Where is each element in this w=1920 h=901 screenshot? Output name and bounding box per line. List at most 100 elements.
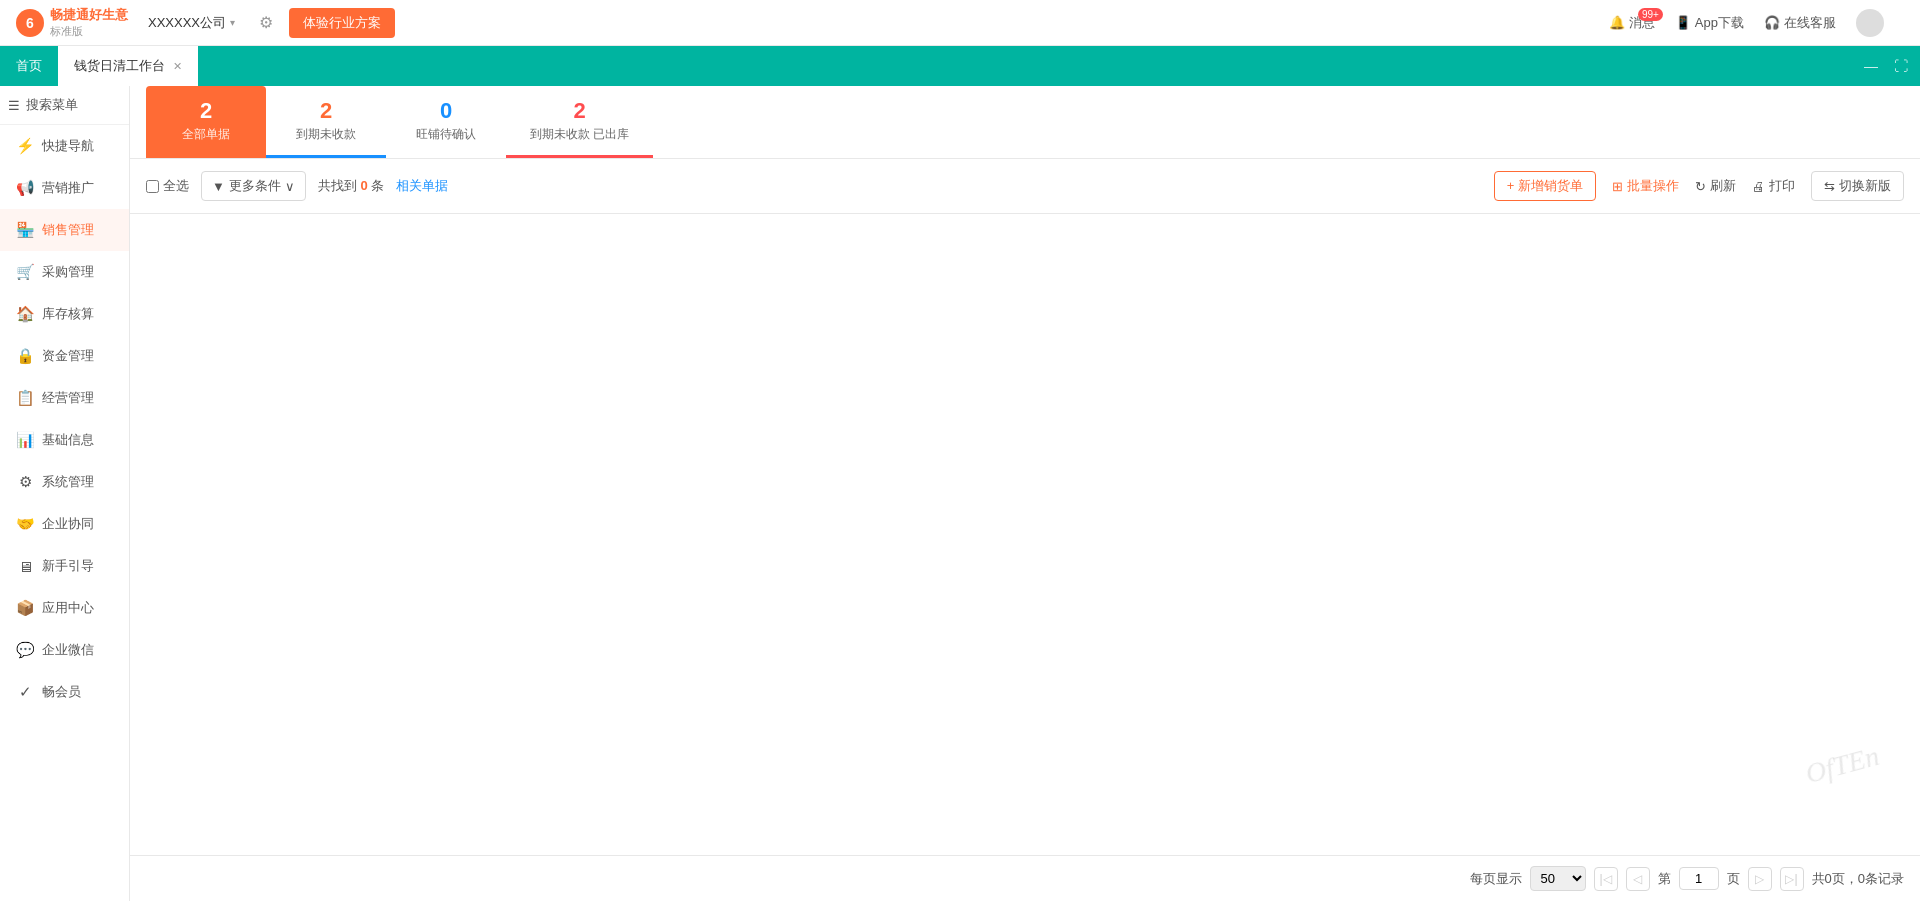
filter-btn[interactable]: ▼ 更多条件 ∨ (201, 171, 306, 201)
minimize-icon[interactable]: — (1860, 54, 1882, 78)
page-prefix: 第 (1658, 870, 1671, 888)
main-content: 2 全部单据 2 到期未收款 0 旺铺待确认 2 到期未收款 已出库 全选 (130, 86, 1920, 901)
sidebar-item-label: 企业微信 (42, 641, 94, 659)
stat-label-shipped: 到期未收款 已出库 (530, 126, 629, 143)
member-icon: ✓ (16, 683, 34, 701)
filter-icon: ▼ (212, 179, 225, 194)
stat-tab-overdue[interactable]: 2 到期未收款 (266, 86, 386, 158)
stat-number-shipped: 2 (574, 98, 586, 124)
sidebar-item-purchase[interactable]: 🛒 采购管理 (0, 251, 129, 293)
settings-icon[interactable]: ⚙ (255, 9, 277, 36)
total-info: 共0页，0条记录 (1812, 870, 1904, 888)
bell-icon: 🔔 (1609, 15, 1625, 30)
toolbar-right: + 新增销货单 ⊞ 批量操作 ↻ 刷新 🖨 打印 ⇆ 切换新版 (1494, 171, 1904, 201)
experience-btn[interactable]: 体验行业方案 (289, 8, 395, 38)
sidebar-item-sales[interactable]: 🏪 销售管理 (0, 209, 129, 251)
workbench-tab-label: 钱货日清工作台 (74, 57, 165, 75)
sidebar-item-label: 经营管理 (42, 389, 94, 407)
tab-workbench[interactable]: 钱货日清工作台 ✕ (58, 46, 198, 86)
switch-version-btn[interactable]: ⇆ 切换新版 (1811, 171, 1904, 201)
header-left: 6 畅捷通好生意 标准版 XXXXXX公司 ▾ ⚙ 体验行业方案 (16, 7, 395, 38)
nav-tabs-actions: — ⛶ (1860, 54, 1920, 78)
sidebar-item-finance[interactable]: 🔒 资金管理 (0, 335, 129, 377)
toolbar: 全选 ▼ 更多条件 ∨ 共找到 0 条 相关单据 + 新增销货单 ⊞ 批 (130, 159, 1920, 214)
first-page-btn[interactable]: |◁ (1594, 867, 1618, 891)
sidebar-item-label: 采购管理 (42, 263, 94, 281)
print-btn[interactable]: 🖨 打印 (1752, 177, 1795, 195)
logo-text: 畅捷通好生意 标准版 (50, 7, 128, 38)
chevron-down-icon: ▾ (230, 17, 235, 28)
nav-tabs: 首页 钱货日清工作台 ✕ — ⛶ (0, 46, 1920, 86)
notification-badge: 99+ (1638, 8, 1663, 21)
tab-close-icon[interactable]: ✕ (173, 60, 182, 73)
pagination: 每页显示 50 100 200 |◁ ◁ 第 1 页 ▷ ▷| 共0页，0条记录 (130, 855, 1920, 901)
print-icon: 🖨 (1752, 179, 1765, 194)
maximize-icon[interactable]: ⛶ (1890, 54, 1912, 78)
avatar[interactable] (1856, 9, 1884, 37)
per-page-select[interactable]: 50 100 200 (1530, 866, 1586, 891)
logo-icon: 6 (16, 9, 44, 37)
sidebar-item-beginner[interactable]: 🖥 新手引导 (0, 545, 129, 587)
app-download-btn[interactable]: 📱 App下载 (1675, 14, 1744, 32)
sidebar: ☰ 搜索菜单 ⚡ 快捷导航 📢 营销推广 🏪 销售管理 🛒 采购管理 🏠 库存核… (0, 86, 130, 901)
sidebar-item-enterprise[interactable]: 🤝 企业协同 (0, 503, 129, 545)
operations-icon: 📋 (16, 389, 34, 407)
stat-label-all: 全部单据 (182, 126, 230, 143)
online-service-btn[interactable]: 🎧 在线客服 (1764, 14, 1836, 32)
stat-number-all: 2 (200, 98, 212, 124)
refresh-btn[interactable]: ↻ 刷新 (1695, 177, 1736, 195)
related-link[interactable]: 相关单据 (396, 177, 448, 195)
next-page-btn[interactable]: ▷ (1748, 867, 1772, 891)
basic-info-icon: 📊 (16, 431, 34, 449)
purchase-icon: 🛒 (16, 263, 34, 281)
app-center-icon: 📦 (16, 599, 34, 617)
sidebar-item-operations[interactable]: 📋 经营管理 (0, 377, 129, 419)
sidebar-item-label: 企业协同 (42, 515, 94, 533)
stat-label-pending: 旺铺待确认 (416, 126, 476, 143)
per-page-label: 每页显示 (1470, 870, 1522, 888)
prev-page-btn[interactable]: ◁ (1626, 867, 1650, 891)
sidebar-item-inventory[interactable]: 🏠 库存核算 (0, 293, 129, 335)
sidebar-item-wechat[interactable]: 💬 企业微信 (0, 629, 129, 671)
inventory-icon: 🏠 (16, 305, 34, 323)
beginner-icon: 🖥 (16, 558, 34, 575)
page-input[interactable]: 1 (1679, 867, 1719, 890)
app-download-label: App下载 (1695, 14, 1744, 32)
sidebar-item-system[interactable]: ⚙ 系统管理 (0, 461, 129, 503)
found-count: 0 (361, 178, 368, 193)
select-all-checkbox[interactable]: 全选 (146, 177, 189, 195)
batch-btn[interactable]: ⊞ 批量操作 (1612, 177, 1679, 195)
sidebar-item-app-center[interactable]: 📦 应用中心 (0, 587, 129, 629)
company-selector[interactable]: XXXXXX公司 ▾ (140, 10, 243, 36)
sales-icon: 🏪 (16, 221, 34, 239)
sidebar-item-label: 新手引导 (42, 557, 94, 575)
stat-tab-all[interactable]: 2 全部单据 (146, 86, 266, 158)
select-all-input[interactable] (146, 180, 159, 193)
table-area (130, 214, 1920, 714)
sidebar-item-label: 快捷导航 (42, 137, 94, 155)
sidebar-item-basic-info[interactable]: 📊 基础信息 (0, 419, 129, 461)
last-page-btn[interactable]: ▷| (1780, 867, 1804, 891)
sidebar-item-label: 畅会员 (42, 683, 81, 701)
sidebar-search[interactable]: ☰ 搜索菜单 (0, 86, 129, 125)
batch-icon: ⊞ (1612, 179, 1623, 194)
sidebar-item-quick-nav[interactable]: ⚡ 快捷导航 (0, 125, 129, 167)
switch-icon: ⇆ (1824, 179, 1835, 194)
sidebar-item-marketing[interactable]: 📢 营销推广 (0, 167, 129, 209)
top-header: 6 畅捷通好生意 标准版 XXXXXX公司 ▾ ⚙ 体验行业方案 🔔 消息 99… (0, 0, 1920, 46)
stat-tabs: 2 全部单据 2 到期未收款 0 旺铺待确认 2 到期未收款 已出库 (130, 86, 1920, 159)
notification-area[interactable]: 🔔 消息 99+ (1609, 14, 1655, 32)
logo-area: 6 畅捷通好生意 标准版 (16, 7, 128, 38)
quick-nav-icon: ⚡ (16, 137, 34, 155)
marketing-icon: 📢 (16, 179, 34, 197)
stat-tab-pending[interactable]: 0 旺铺待确认 (386, 86, 506, 158)
refresh-icon: ↻ (1695, 179, 1706, 194)
online-service-label: 在线客服 (1784, 14, 1836, 32)
found-text: 共找到 0 条 (318, 177, 384, 195)
tab-home[interactable]: 首页 (0, 46, 58, 86)
new-sale-btn[interactable]: + 新增销货单 (1494, 171, 1596, 201)
stat-tab-shipped[interactable]: 2 到期未收款 已出库 (506, 86, 653, 158)
sidebar-item-label: 应用中心 (42, 599, 94, 617)
stat-label-overdue: 到期未收款 (296, 126, 356, 143)
sidebar-item-member[interactable]: ✓ 畅会员 (0, 671, 129, 713)
